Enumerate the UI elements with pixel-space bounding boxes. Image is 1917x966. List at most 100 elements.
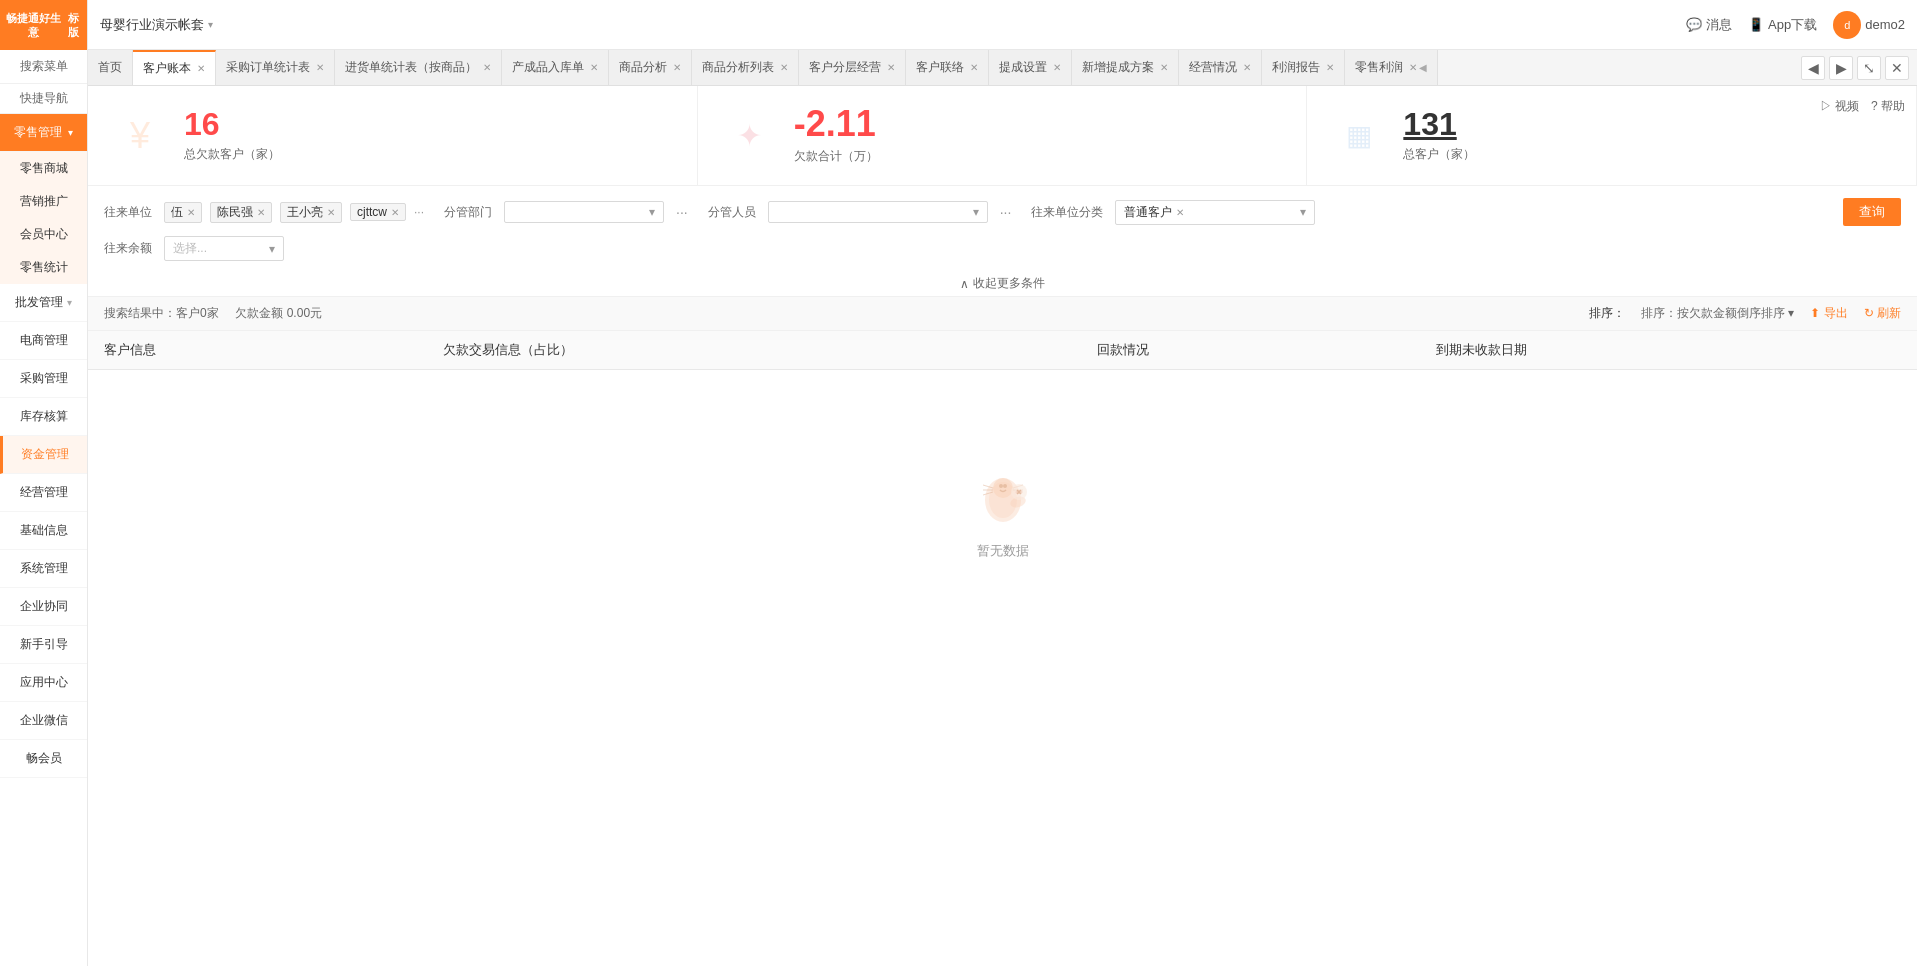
- class-select[interactable]: 普通客户 ✕ ▾: [1115, 200, 1315, 225]
- remove-tag-normal[interactable]: ✕: [1176, 207, 1184, 218]
- filter-area: 往来单位 伍 ✕ 陈民强 ✕ 王小亮 ✕ cjttcw ✕ ···: [88, 186, 1917, 297]
- tab-scroll-left[interactable]: ◀: [1801, 56, 1825, 80]
- tab-close-retail-profit[interactable]: ✕: [1409, 62, 1417, 73]
- sidebar-item-member-center[interactable]: 会员中心: [0, 218, 87, 251]
- tab-close-commission-settings[interactable]: ✕: [1053, 62, 1061, 73]
- remove-tag-cjttcw[interactable]: ✕: [391, 207, 399, 218]
- sidebar-item-marketing[interactable]: 营销推广: [0, 185, 87, 218]
- tabbar: 首页 客户账本 ✕ 采购订单统计表 ✕ 进货单统计表（按商品） ✕ 产成品入库单…: [88, 50, 1917, 86]
- person-select[interactable]: ▾: [768, 201, 988, 223]
- more-units-button[interactable]: ···: [414, 205, 424, 219]
- sidebar-item-ecommerce[interactable]: 电商管理: [0, 322, 87, 360]
- avatar: d: [1833, 11, 1861, 39]
- dept-select[interactable]: ▾: [504, 201, 664, 223]
- result-actions: 排序： 排序：按欠款金额倒序排序 ▾ ⬆ 导出 ↻ 刷新: [1589, 305, 1901, 322]
- tab-scroll-right[interactable]: ▶: [1829, 56, 1853, 80]
- tab-fullscreen[interactable]: ⤡: [1857, 56, 1881, 80]
- topbar-right: 💬 消息 📱 App下载 d demo2: [1686, 11, 1905, 39]
- tab-close-operations[interactable]: ✕: [1243, 62, 1251, 73]
- industry-chevron-icon: ▾: [208, 19, 213, 30]
- dept-dots[interactable]: ···: [676, 204, 688, 220]
- tab-new-commission[interactable]: 新增提成方案 ✕: [1072, 50, 1179, 86]
- sidebar-item-wholesale[interactable]: 批发管理 ▾: [0, 284, 87, 322]
- person-dots[interactable]: ···: [1000, 204, 1012, 220]
- filter-tag-cjttcw[interactable]: cjttcw ✕: [350, 203, 406, 221]
- tab-commission-settings[interactable]: 提成设置 ✕: [989, 50, 1072, 86]
- tab-close-product-analysis-list[interactable]: ✕: [780, 62, 788, 73]
- filter-tag-chen[interactable]: 陈民强 ✕: [210, 202, 272, 223]
- filter-row-2: 往来余额 选择... ▾: [104, 236, 1901, 261]
- svg-point-4: [999, 484, 1003, 488]
- tab-close-customer-contact[interactable]: ✕: [970, 62, 978, 73]
- filter-tag-wang[interactable]: 王小亮 ✕: [280, 202, 342, 223]
- user-menu[interactable]: d demo2: [1833, 11, 1905, 39]
- remove-tag-chen[interactable]: ✕: [257, 207, 265, 218]
- sidebar-item-wechat[interactable]: 企业微信: [0, 702, 87, 740]
- tab-profit-report[interactable]: 利润报告 ✕: [1262, 50, 1345, 86]
- query-button[interactable]: 查询: [1843, 198, 1901, 226]
- tab-customer-ledger[interactable]: 客户账本 ✕: [133, 50, 216, 86]
- sidebar-item-retail-management[interactable]: 零售管理 ▾: [0, 114, 87, 152]
- tab-retail-profit[interactable]: 零售利润 ✕ ◀: [1345, 50, 1438, 86]
- tab-close-finished-goods[interactable]: ✕: [590, 62, 598, 73]
- help-link[interactable]: ? 帮助: [1871, 98, 1905, 115]
- tab-product-analysis-list[interactable]: 商品分析列表 ✕: [692, 50, 799, 86]
- stats-row: ¥ 16 总欠款客户（家） ✦ -2.11 欠款合计（万）: [88, 86, 1917, 186]
- app-download-button[interactable]: 📱 App下载: [1748, 16, 1817, 34]
- sidebar: 畅捷通好生意 标版 搜索菜单 快捷导航 零售管理 ▾ 零售商城 营销推广 会员中…: [0, 0, 88, 966]
- quick-nav[interactable]: 快捷导航: [0, 84, 87, 114]
- sidebar-item-retail-mall[interactable]: 零售商城: [0, 152, 87, 185]
- tab-more[interactable]: ✕: [1885, 56, 1909, 80]
- sidebar-item-member[interactable]: 畅会员: [0, 740, 87, 778]
- class-chevron-icon: ▾: [1300, 205, 1306, 219]
- tab-customer-contact[interactable]: 客户联络 ✕: [906, 50, 989, 86]
- tab-finished-goods[interactable]: 产成品入库单 ✕: [502, 50, 609, 86]
- tab-close-customer-ledger[interactable]: ✕: [197, 63, 205, 74]
- refresh-button[interactable]: ↻ 刷新: [1864, 305, 1901, 322]
- message-button[interactable]: 💬 消息: [1686, 16, 1732, 34]
- table-header-row: 客户信息 欠款交易信息（占比） 回款情况 到期未收款日期: [88, 331, 1917, 370]
- sidebar-item-inventory[interactable]: 库存核算: [0, 398, 87, 436]
- tab-close-profit-report[interactable]: ✕: [1326, 62, 1334, 73]
- tab-customer-tier[interactable]: 客户分层经营 ✕: [799, 50, 906, 86]
- tab-close-product-analysis[interactable]: ✕: [673, 62, 681, 73]
- sidebar-item-beginner[interactable]: 新手引导: [0, 626, 87, 664]
- person-chevron-icon: ▾: [973, 205, 979, 219]
- tab-inbound-stats[interactable]: 进货单统计表（按商品） ✕: [335, 50, 502, 86]
- tab-product-analysis[interactable]: 商品分析 ✕: [609, 50, 692, 86]
- remove-tag-wang[interactable]: ✕: [327, 207, 335, 218]
- sidebar-item-retail-stats[interactable]: 零售统计: [0, 251, 87, 284]
- tab-close-new-commission[interactable]: ✕: [1160, 62, 1168, 73]
- tab-home[interactable]: 首页: [88, 50, 133, 86]
- filter-row-1: 往来单位 伍 ✕ 陈民强 ✕ 王小亮 ✕ cjttcw ✕ ···: [104, 198, 1901, 226]
- person-label: 分管人员: [708, 204, 756, 221]
- sidebar-item-basic-info[interactable]: 基础信息: [0, 512, 87, 550]
- filter-tag-unit[interactable]: 伍 ✕: [164, 202, 202, 223]
- sidebar-item-purchase[interactable]: 采购管理: [0, 360, 87, 398]
- sidebar-item-app-center[interactable]: 应用中心: [0, 664, 87, 702]
- page-actions: ▷ 视频 ? 帮助: [1820, 98, 1905, 115]
- tab-close-inbound-stats[interactable]: ✕: [483, 62, 491, 73]
- sidebar-item-finance[interactable]: 资金管理: [0, 436, 87, 474]
- balance-select[interactable]: 选择... ▾: [164, 236, 284, 261]
- result-text: 搜索结果中：客户0家: [104, 306, 219, 320]
- col-debt-info: 欠款交易信息（占比）: [427, 331, 1081, 370]
- tab-close-customer-tier[interactable]: ✕: [887, 62, 895, 73]
- remove-tag-wu[interactable]: ✕: [187, 207, 195, 218]
- sidebar-item-operations[interactable]: 经营管理: [0, 474, 87, 512]
- sidebar-item-enterprise-collab[interactable]: 企业协同: [0, 588, 87, 626]
- message-icon: 💬: [1686, 17, 1702, 32]
- balance-label: 往来余额: [104, 240, 152, 257]
- tab-close-purchase-order-stats[interactable]: ✕: [316, 62, 324, 73]
- stat-icon-diamond: ✦: [722, 108, 778, 164]
- collapse-button[interactable]: ∧ 收起更多条件: [960, 275, 1045, 292]
- sidebar-item-system[interactable]: 系统管理: [0, 550, 87, 588]
- video-link[interactable]: ▷ 视频: [1820, 98, 1859, 115]
- search-menu[interactable]: 搜索菜单: [0, 50, 87, 84]
- industry-selector[interactable]: 母婴行业演示帐套 ▾: [100, 16, 213, 34]
- tab-purchase-order-stats[interactable]: 采购订单统计表 ✕: [216, 50, 335, 86]
- export-button[interactable]: ⬆ 导出: [1810, 305, 1847, 322]
- sort-selector[interactable]: 排序：按欠款金额倒序排序 ▾: [1641, 305, 1794, 322]
- tab-operations[interactable]: 经营情况 ✕: [1179, 50, 1262, 86]
- page-content: ¥ 16 总欠款客户（家） ✦ -2.11 欠款合计（万）: [88, 86, 1917, 966]
